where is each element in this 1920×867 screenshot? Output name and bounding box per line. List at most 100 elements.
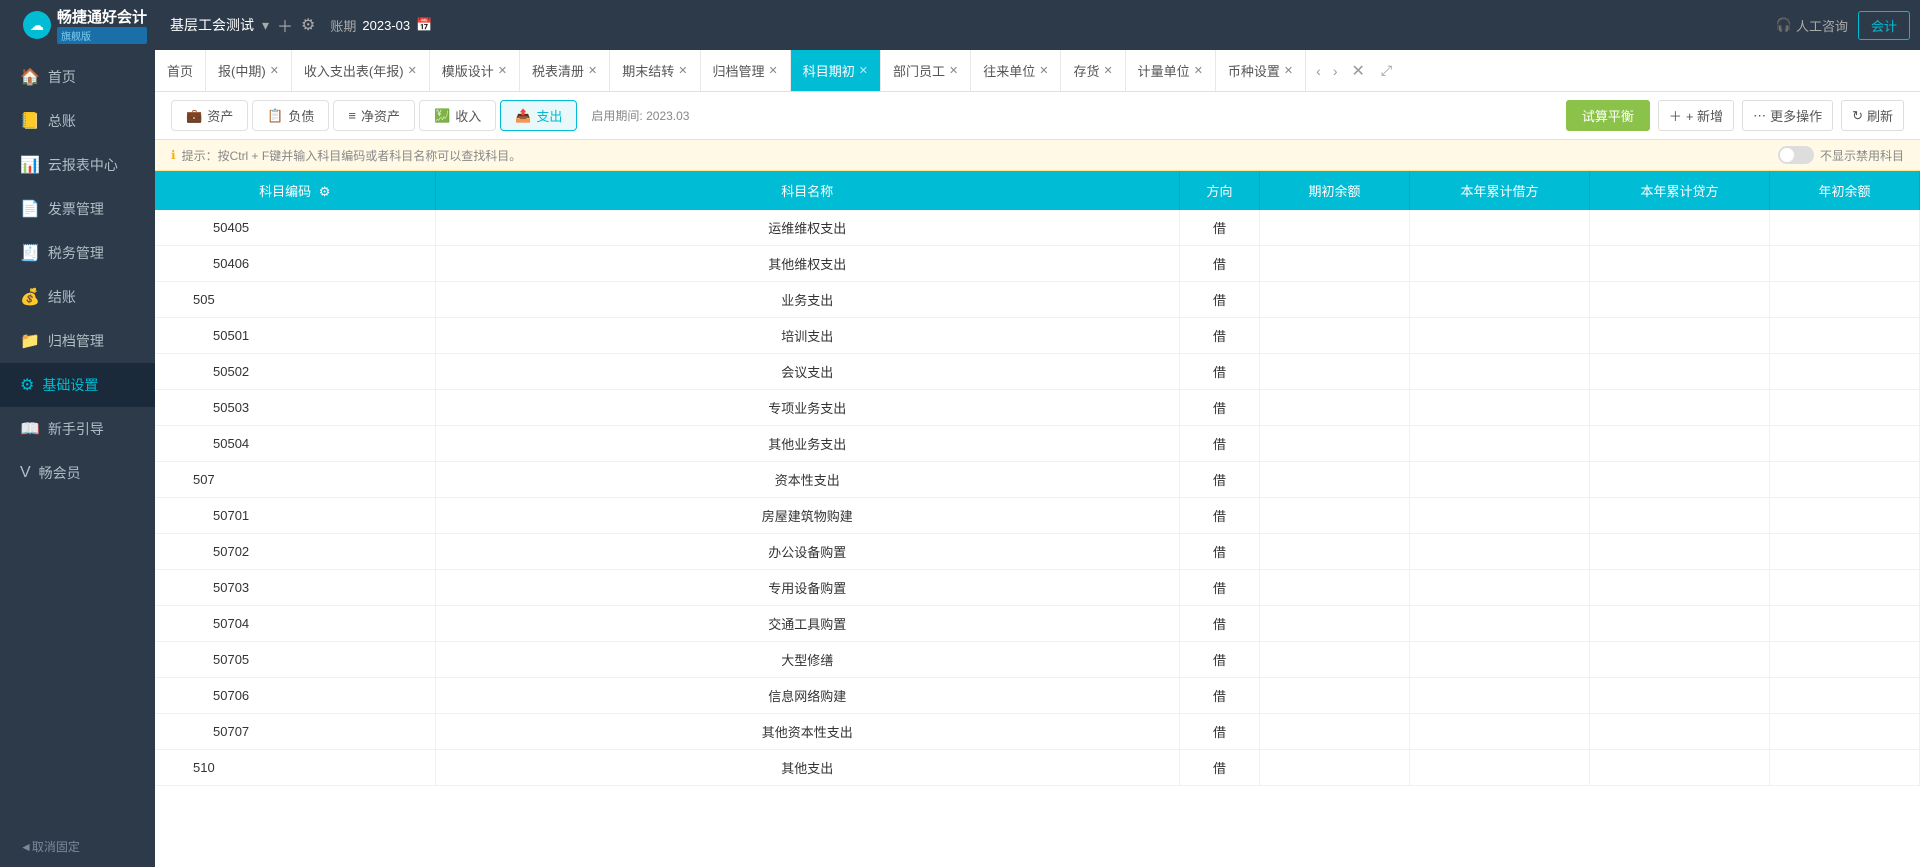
cell-dir: 借 [1180, 714, 1260, 750]
cell-dir: 借 [1180, 534, 1260, 570]
table-row[interactable]: 50701房屋建筑物购建借 [155, 498, 1920, 534]
tab-dept[interactable]: 部门员工 ✕ [881, 50, 971, 91]
toggle-disabled-subjects[interactable] [1778, 146, 1814, 164]
tab-close-icon[interactable]: ✕ [270, 64, 279, 77]
tab-report-year[interactable]: 收入支出表(年报) ✕ [292, 50, 430, 91]
help-label: 人工咨询 [1796, 16, 1848, 35]
table-row[interactable]: 50704交通工具购置借 [155, 606, 1920, 642]
add-button[interactable]: ＋ + 新增 [1658, 100, 1734, 131]
account-button[interactable]: 会计 [1858, 11, 1910, 40]
cell-balance [1260, 354, 1410, 390]
cell-name: 会议支出 [435, 354, 1180, 390]
cell-year-balance [1770, 246, 1920, 282]
sidebar: 🏠 首页 📒 总账 📊 云报表中心 📄 发票管理 🧾 税务管理 💰 结账 📁 归… [0, 50, 155, 867]
cell-dir: 借 [1180, 354, 1260, 390]
table-row[interactable]: 50504其他业务支出借 [155, 426, 1920, 462]
tab-tax[interactable]: 税表清册 ✕ [520, 50, 610, 91]
cell-debit [1410, 606, 1590, 642]
sub-tab-liability[interactable]: 📋 负债 [252, 100, 329, 131]
cell-balance [1260, 318, 1410, 354]
help-button[interactable]: 🎧 人工咨询 [1776, 16, 1848, 35]
sidebar-item-label: 总账 [48, 111, 76, 131]
tab-close-icon[interactable]: ✕ [769, 64, 778, 77]
balance-button[interactable]: 试算平衡 [1566, 100, 1650, 131]
period-value: 2023-03 [362, 18, 410, 33]
cell-code: 50701 [155, 498, 435, 534]
table-row[interactable]: 50406其他维权支出借 [155, 246, 1920, 282]
cell-balance [1260, 750, 1410, 786]
cell-balance [1260, 282, 1410, 318]
cell-debit [1410, 534, 1590, 570]
cell-name: 其他资本性支出 [435, 714, 1180, 750]
col-settings-icon[interactable]: ⚙ [319, 184, 331, 199]
refresh-button[interactable]: ↻ 刷新 [1841, 100, 1904, 131]
tab-unit[interactable]: 计量单位 ✕ [1126, 50, 1216, 91]
sidebar-item-home[interactable]: 🏠 首页 [0, 55, 155, 99]
sub-tab-net-asset[interactable]: ≡ 净资产 [333, 100, 415, 131]
calendar-icon[interactable]: 📅 [416, 17, 432, 33]
table-row[interactable]: 505业务支出借 [155, 282, 1920, 318]
sidebar-collapse-button[interactable]: ◄取消固定 [0, 826, 155, 867]
sidebar-item-reports[interactable]: 📊 云报表中心 [0, 143, 155, 187]
tab-prev-icon[interactable]: ‹ [1312, 61, 1325, 81]
tab-close-icon[interactable]: ✕ [949, 64, 958, 77]
table-row[interactable]: 50405运维维权支出借 [155, 210, 1920, 246]
sidebar-item-tax[interactable]: 🧾 税务管理 [0, 231, 155, 275]
sidebar-item-settings[interactable]: ⚙ 基础设置 [0, 363, 155, 407]
sub-tab-income[interactable]: 💹 收入 [419, 100, 496, 131]
tab-expand-icon[interactable]: ⤢ [1375, 60, 1398, 81]
table-row[interactable]: 50706信息网络购建借 [155, 678, 1920, 714]
table-row[interactable]: 50705大型修缮借 [155, 642, 1920, 678]
tab-period-end[interactable]: 期末结转 ✕ [610, 50, 700, 91]
sub-tab-asset[interactable]: 💼 资产 [171, 100, 248, 131]
tab-close-icon[interactable]: ✕ [588, 64, 597, 77]
company-dropdown-icon[interactable]: ▾ [262, 17, 269, 34]
table-row[interactable]: 50503专项业务支出借 [155, 390, 1920, 426]
sidebar-item-vip[interactable]: V 畅会员 [0, 451, 155, 495]
table-row[interactable]: 50501培训支出借 [155, 318, 1920, 354]
main-content: 💼 资产 📋 负债 ≡ 净资产 💹 收入 📤 支出 启用期间: 2023.03 … [155, 92, 1920, 867]
table-row[interactable]: 507资本性支出借 [155, 462, 1920, 498]
col-header-debit: 本年累计借方 [1410, 171, 1590, 210]
add-company-icon[interactable]: ＋ [277, 13, 293, 37]
tab-home[interactable]: 首页 [155, 50, 206, 91]
sub-tab-expenditure[interactable]: 📤 支出 [500, 100, 577, 131]
tab-close-icon[interactable]: ✕ [1284, 64, 1293, 77]
tab-close-icon[interactable]: ✕ [1039, 64, 1048, 77]
tab-close-icon[interactable]: ✕ [859, 64, 868, 77]
sidebar-footer-label: ◄取消固定 [20, 838, 80, 855]
tab-template[interactable]: 模版设计 ✕ [430, 50, 520, 91]
tab-currency[interactable]: 币种设置 ✕ [1216, 50, 1306, 91]
tab-close-icon[interactable]: ✕ [498, 64, 507, 77]
table-row[interactable]: 50702办公设备购置借 [155, 534, 1920, 570]
tab-close-all-icon[interactable]: ✕ [1345, 59, 1370, 83]
table-row[interactable]: 50502会议支出借 [155, 354, 1920, 390]
tab-archive[interactable]: 归档管理 ✕ [701, 50, 791, 91]
sidebar-item-guide[interactable]: 📖 新手引导 [0, 407, 155, 451]
sidebar-item-ledger[interactable]: 📒 总账 [0, 99, 155, 143]
cell-name: 专用设备购置 [435, 570, 1180, 606]
settings-icon[interactable]: ⚙ [301, 15, 315, 35]
cell-debit [1410, 354, 1590, 390]
tab-contacts[interactable]: 往来单位 ✕ [971, 50, 1061, 91]
sidebar-item-archive[interactable]: 📁 归档管理 [0, 319, 155, 363]
tab-home-label: 首页 [167, 61, 193, 80]
sidebar-item-invoice[interactable]: 📄 发票管理 [0, 187, 155, 231]
more-button[interactable]: ⋯ 更多操作 [1742, 100, 1833, 131]
sidebar-item-label: 结账 [48, 287, 76, 307]
tab-report-mid[interactable]: 报(中期) ✕ [206, 50, 292, 91]
tab-subject-init[interactable]: 科目期初 ✕ [791, 50, 881, 91]
tab-close-icon[interactable]: ✕ [408, 64, 417, 77]
tab-next-icon[interactable]: › [1329, 61, 1342, 81]
tab-nav-area: ‹ › ✕ ⤢ [1306, 59, 1404, 83]
cell-code: 50702 [155, 534, 435, 570]
table-row[interactable]: 50707其他资本性支出借 [155, 714, 1920, 750]
tab-close-icon[interactable]: ✕ [678, 64, 687, 77]
gear-icon: ⚙ [20, 375, 34, 395]
tab-close-icon[interactable]: ✕ [1103, 64, 1112, 77]
table-row[interactable]: 50703专用设备购置借 [155, 570, 1920, 606]
sidebar-item-close[interactable]: 💰 结账 [0, 275, 155, 319]
table-row[interactable]: 510其他支出借 [155, 750, 1920, 786]
tab-inventory[interactable]: 存货 ✕ [1061, 50, 1125, 91]
tab-close-icon[interactable]: ✕ [1194, 64, 1203, 77]
